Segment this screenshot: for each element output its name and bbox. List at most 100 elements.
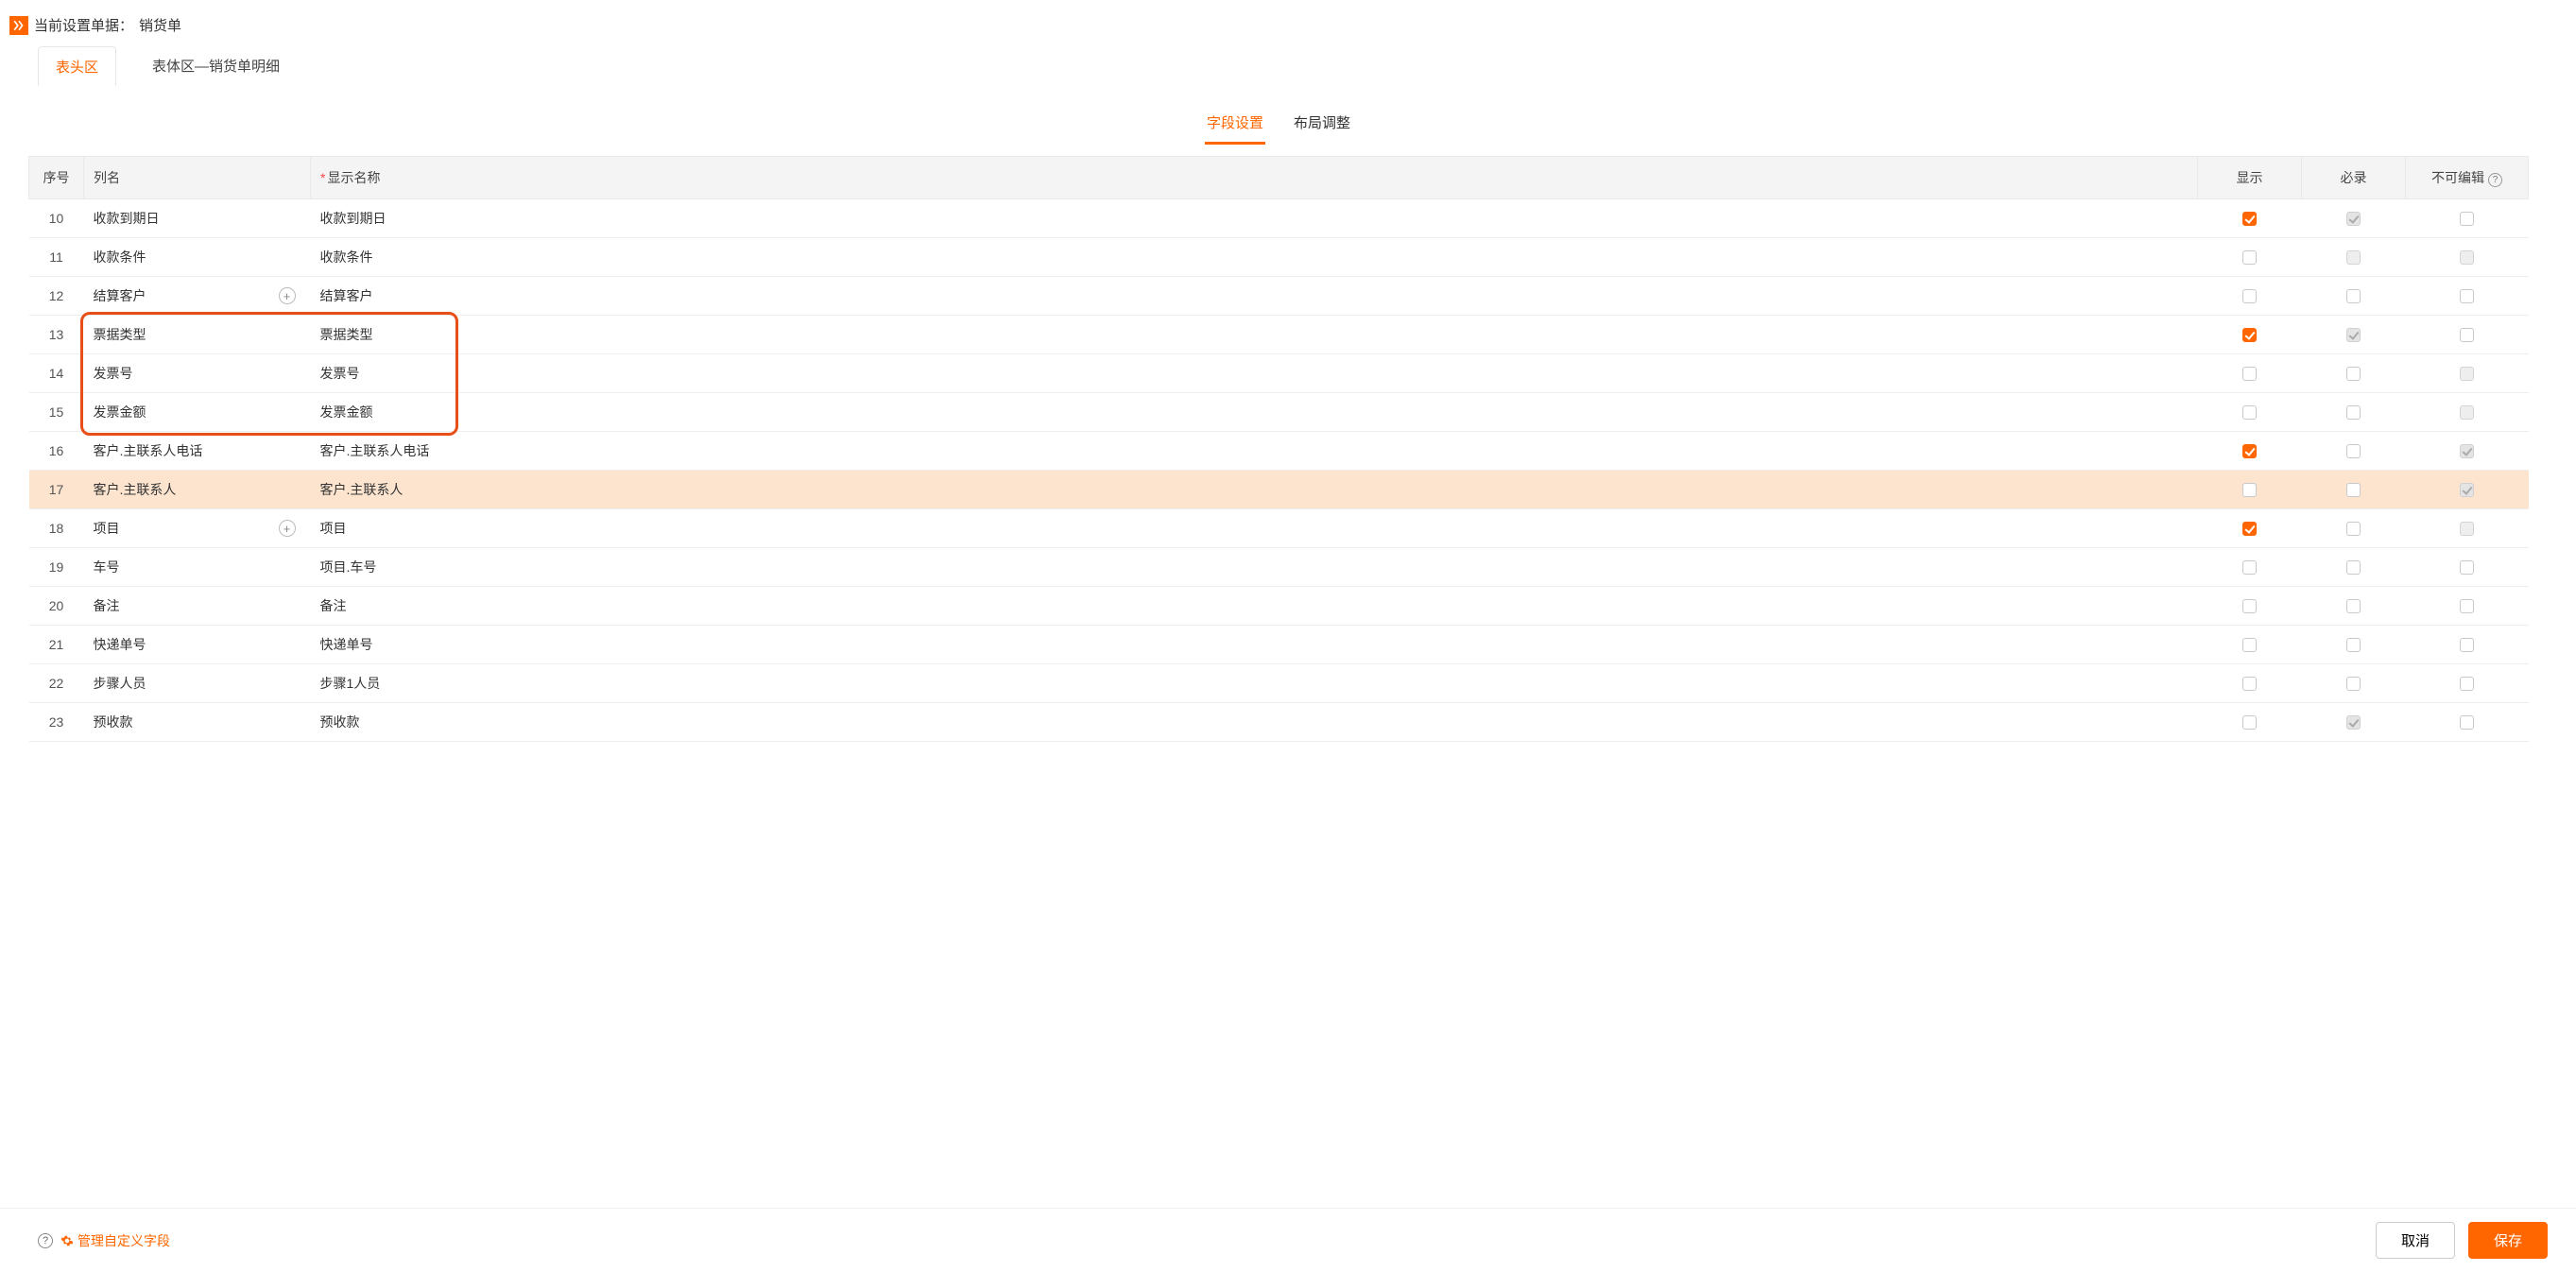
required-checkbox[interactable] xyxy=(2346,560,2361,575)
row-display-name[interactable]: 项目 xyxy=(311,509,2198,548)
row-display-name[interactable]: 收款到期日 xyxy=(311,199,2198,238)
sub-tab[interactable]: 字段设置 xyxy=(1205,107,1265,145)
row-display-name[interactable]: 票据类型 xyxy=(311,316,2198,354)
required-checkbox[interactable] xyxy=(2346,444,2361,458)
row-display-name[interactable]: 发票号 xyxy=(311,354,2198,393)
required-checkbox[interactable] xyxy=(2346,289,2361,303)
row-display-name[interactable]: 客户.主联系人 xyxy=(311,471,2198,509)
table-row: 19车号项目.车号 xyxy=(29,548,2529,587)
row-display-name[interactable]: 步骤1人员 xyxy=(311,664,2198,703)
show-checkbox[interactable] xyxy=(2242,444,2257,458)
row-display-name[interactable]: 结算客户 xyxy=(311,277,2198,316)
row-display-name[interactable]: 备注 xyxy=(311,587,2198,626)
locked-checkbox xyxy=(2460,250,2474,265)
locked-checkbox[interactable] xyxy=(2460,328,2474,342)
row-column-name: 快递单号 xyxy=(84,626,311,664)
current-doc-name: 销货单 xyxy=(139,15,181,35)
required-checkbox[interactable] xyxy=(2346,599,2361,613)
row-seq: 11 xyxy=(29,238,84,277)
table-row: 16客户.主联系人电话客户.主联系人电话 xyxy=(29,432,2529,471)
table-row: 14发票号发票号 xyxy=(29,354,2529,393)
show-checkbox[interactable] xyxy=(2242,483,2257,497)
col-show-header: 显示 xyxy=(2198,157,2302,199)
row-column-name: 收款到期日 xyxy=(84,199,311,238)
required-checkbox[interactable] xyxy=(2346,638,2361,652)
locked-checkbox[interactable] xyxy=(2460,638,2474,652)
required-checkbox[interactable] xyxy=(2346,522,2361,536)
show-checkbox[interactable] xyxy=(2242,560,2257,575)
row-display-name[interactable]: 快递单号 xyxy=(311,626,2198,664)
locked-checkbox[interactable] xyxy=(2460,560,2474,575)
locked-checkbox[interactable] xyxy=(2460,599,2474,613)
sub-tabs: 字段设置布局调整 xyxy=(9,107,2548,145)
row-display-name[interactable]: 项目.车号 xyxy=(311,548,2198,587)
locked-checkbox xyxy=(2460,483,2474,497)
show-checkbox[interactable] xyxy=(2242,677,2257,691)
row-column-name: 预收款 xyxy=(84,703,311,742)
row-seq: 22 xyxy=(29,664,84,703)
tab-main[interactable]: 表头区 xyxy=(38,46,116,86)
show-checkbox[interactable] xyxy=(2242,599,2257,613)
add-icon[interactable]: + xyxy=(279,287,296,304)
required-checkbox[interactable] xyxy=(2346,405,2361,420)
col-required-header: 必录 xyxy=(2302,157,2406,199)
locked-checkbox xyxy=(2460,522,2474,536)
required-star-icon: * xyxy=(320,170,325,185)
table-row: 10收款到期日收款到期日 xyxy=(29,199,2529,238)
row-seq: 12 xyxy=(29,277,84,316)
locked-checkbox[interactable] xyxy=(2460,289,2474,303)
row-column-name: 发票号 xyxy=(84,354,311,393)
current-doc-label: 当前设置单据： xyxy=(34,15,133,35)
table-row: 23预收款预收款 xyxy=(29,703,2529,742)
row-seq: 23 xyxy=(29,703,84,742)
help-icon[interactable]: ? xyxy=(38,1233,53,1248)
row-seq: 17 xyxy=(29,471,84,509)
required-checkbox[interactable] xyxy=(2346,677,2361,691)
locked-checkbox[interactable] xyxy=(2460,715,2474,730)
locked-checkbox[interactable] xyxy=(2460,677,2474,691)
show-checkbox[interactable] xyxy=(2242,289,2257,303)
table-row: 22步骤人员步骤1人员 xyxy=(29,664,2529,703)
help-icon[interactable]: ? xyxy=(2488,173,2502,187)
row-display-name[interactable]: 收款条件 xyxy=(311,238,2198,277)
required-checkbox[interactable] xyxy=(2346,367,2361,381)
show-checkbox[interactable] xyxy=(2242,367,2257,381)
row-column-name: 客户.主联系人电话 xyxy=(84,432,311,471)
row-display-name[interactable]: 客户.主联系人电话 xyxy=(311,432,2198,471)
save-button[interactable]: 保存 xyxy=(2468,1222,2548,1259)
show-checkbox[interactable] xyxy=(2242,328,2257,342)
locked-checkbox xyxy=(2460,444,2474,458)
show-checkbox[interactable] xyxy=(2242,212,2257,226)
row-seq: 14 xyxy=(29,354,84,393)
locked-checkbox[interactable] xyxy=(2460,212,2474,226)
cancel-button[interactable]: 取消 xyxy=(2376,1222,2455,1259)
table-row: 18项目+项目 xyxy=(29,509,2529,548)
locked-checkbox xyxy=(2460,405,2474,420)
show-checkbox[interactable] xyxy=(2242,715,2257,730)
sub-tab[interactable]: 布局调整 xyxy=(1292,107,1352,145)
required-checkbox[interactable] xyxy=(2346,483,2361,497)
row-display-name[interactable]: 预收款 xyxy=(311,703,2198,742)
required-checkbox xyxy=(2346,250,2361,265)
show-checkbox[interactable] xyxy=(2242,405,2257,420)
tab-main[interactable]: 表体区—销货单明细 xyxy=(135,46,297,86)
main-tabs: 表头区表体区—销货单明细 xyxy=(9,46,2548,88)
col-locked-header: 不可编辑? xyxy=(2406,157,2529,199)
show-checkbox[interactable] xyxy=(2242,250,2257,265)
footer-bar: ? 管理自定义字段 取消 保存 xyxy=(0,1208,2576,1272)
show-checkbox[interactable] xyxy=(2242,522,2257,536)
add-icon[interactable]: + xyxy=(279,520,296,537)
required-checkbox xyxy=(2346,715,2361,730)
row-seq: 16 xyxy=(29,432,84,471)
row-display-name[interactable]: 发票金额 xyxy=(311,393,2198,432)
required-checkbox xyxy=(2346,328,2361,342)
gear-icon xyxy=(60,1234,74,1247)
col-seq-header: 序号 xyxy=(29,157,84,199)
manage-custom-fields-link[interactable]: 管理自定义字段 xyxy=(60,1231,170,1250)
table-row: 15发票金额发票金额 xyxy=(29,393,2529,432)
col-name-header: 列名 xyxy=(84,157,311,199)
required-checkbox xyxy=(2346,212,2361,226)
show-checkbox[interactable] xyxy=(2242,638,2257,652)
row-seq: 18 xyxy=(29,509,84,548)
expand-panel-icon[interactable] xyxy=(9,16,28,35)
